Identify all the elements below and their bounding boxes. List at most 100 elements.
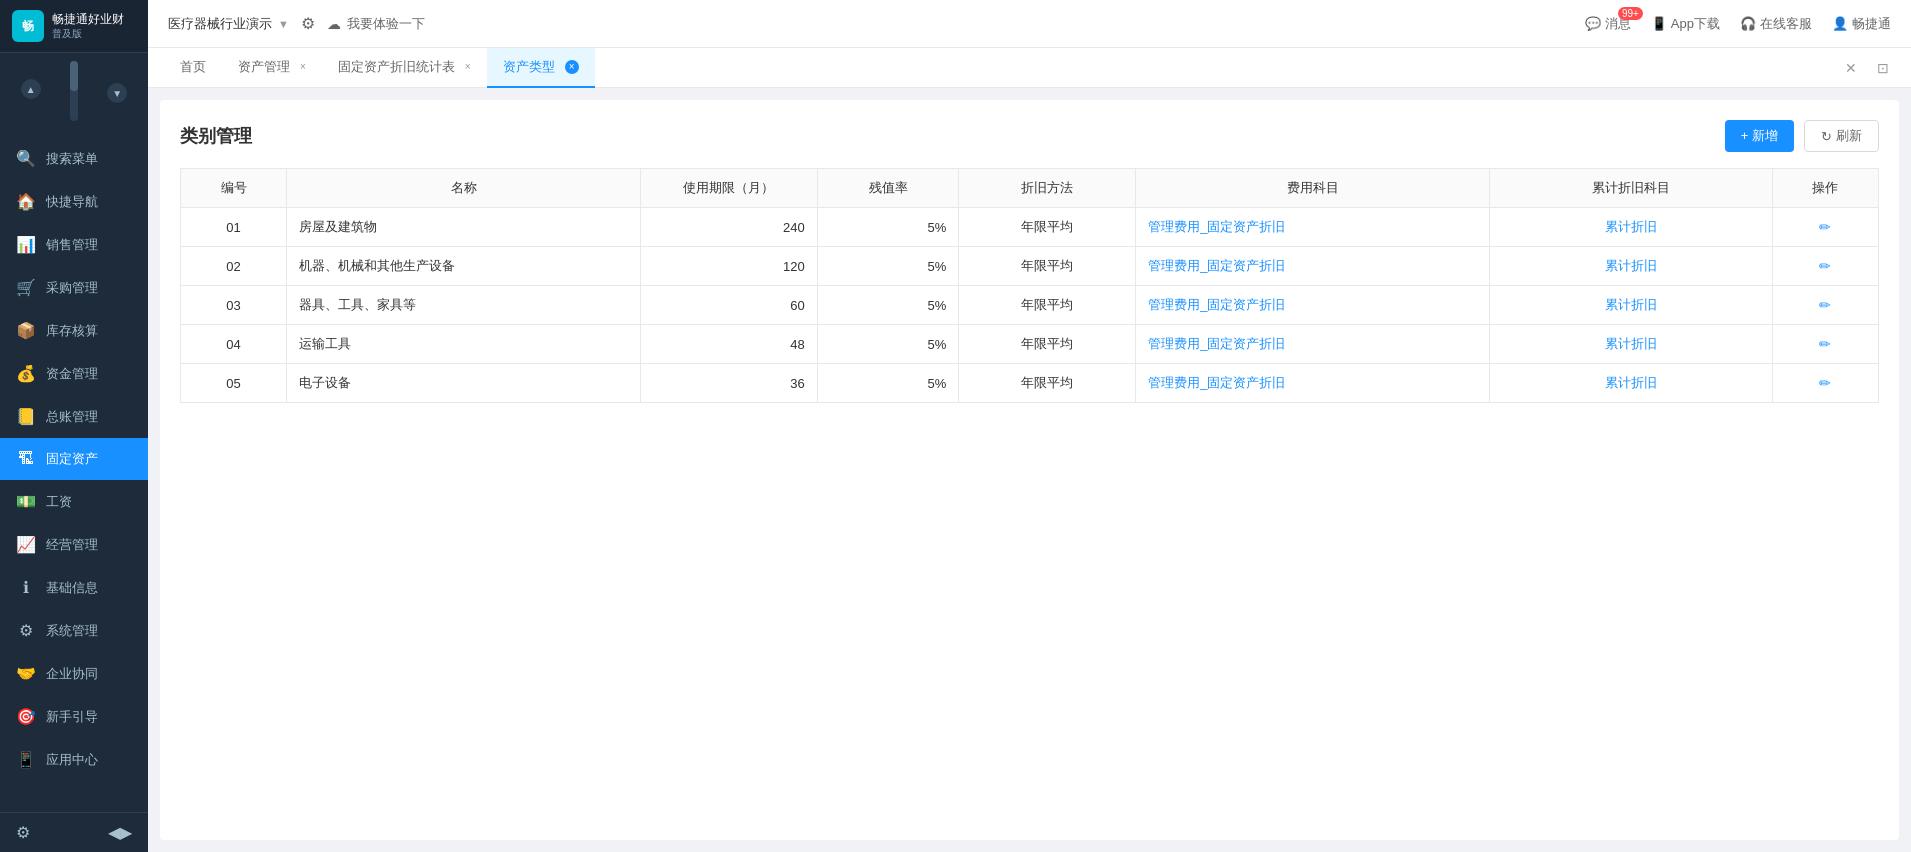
cloud-icon: ☁: [327, 16, 341, 32]
cell-op: ✏: [1772, 364, 1878, 403]
tabbar: 首页 资产管理 × 固定资产折旧统计表 × 资产类型 × ✕ ⊡: [148, 48, 1911, 88]
page-content: 类别管理 + 新增 ↻ 刷新 编号 名称 使用期限（月） 残值率 折旧方法 费用…: [160, 100, 1899, 840]
sidebar-item-label: 固定资产: [46, 450, 98, 468]
messages-button[interactable]: 💬 消息 99: [1585, 15, 1631, 33]
sidebar-item-finance[interactable]: 💰 资金管理: [0, 352, 148, 395]
sidebar-item-label: 总账管理: [46, 408, 98, 426]
refresh-icon: ↻: [1821, 129, 1832, 144]
cell-residual: 5%: [817, 325, 959, 364]
gear-icon: ⚙: [16, 621, 36, 640]
tab-asset-type-close[interactable]: ×: [565, 60, 579, 74]
message-icon: 💬: [1585, 16, 1601, 31]
cell-accum: 累计折旧: [1489, 286, 1772, 325]
category-table: 编号 名称 使用期限（月） 残值率 折旧方法 费用科目 累计折旧科目 操作 01…: [180, 168, 1879, 403]
cell-method: 年限平均: [959, 208, 1136, 247]
sidebar-item-ledger[interactable]: 📒 总账管理: [0, 395, 148, 438]
info-icon: ℹ: [16, 578, 36, 597]
ops-icon: 📈: [16, 535, 36, 554]
tab-home-label: 首页: [180, 58, 206, 76]
sidebar-footer: ⚙ ◀▶: [0, 812, 148, 852]
cell-method: 年限平均: [959, 364, 1136, 403]
sidebar-item-sales[interactable]: 📊 销售管理: [0, 223, 148, 266]
new-button[interactable]: + 新增: [1725, 120, 1794, 152]
collapse-icon[interactable]: ◀▶: [108, 823, 132, 842]
sidebar-item-collab[interactable]: 🤝 企业协同: [0, 652, 148, 695]
scroll-down-button[interactable]: ▼: [107, 83, 127, 103]
window-close-button[interactable]: ✕: [1839, 56, 1863, 80]
box-icon: 📦: [16, 321, 36, 340]
cell-name: 器具、工具、家具等: [287, 286, 641, 325]
experience-label: 我要体验一下: [347, 15, 425, 33]
topbar-right: 💬 消息 99 📱 App下载 🎧 在线客服 👤 畅捷通: [1585, 15, 1891, 33]
sidebar-item-guide[interactable]: 🎯 新手引导: [0, 695, 148, 738]
collab-icon: 🤝: [16, 664, 36, 683]
cell-expense: 管理费用_固定资产折旧: [1136, 208, 1490, 247]
cell-method: 年限平均: [959, 286, 1136, 325]
customer-service-label: 在线客服: [1760, 15, 1812, 33]
sidebar-item-purchase[interactable]: 🛒 采购管理: [0, 266, 148, 309]
sidebar-item-quick-nav[interactable]: 🏠 快捷导航: [0, 180, 148, 223]
app-name: 畅捷通好业财: [52, 11, 124, 28]
edit-button[interactable]: ✏: [1819, 336, 1831, 352]
sidebar-item-basic-info[interactable]: ℹ 基础信息: [0, 566, 148, 609]
sidebar-item-payroll[interactable]: 💵 工资: [0, 480, 148, 523]
message-badge: 99: [1618, 7, 1643, 20]
topbar: 医疗器械行业演示 ▼ ⚙ ☁ 我要体验一下 💬 消息 99 📱 App下载 🎧 …: [148, 0, 1911, 48]
cell-expense: 管理费用_固定资产折旧: [1136, 247, 1490, 286]
cell-period: 120: [640, 247, 817, 286]
guide-icon: 🎯: [16, 707, 36, 726]
sidebar-item-operations[interactable]: 📈 经营管理: [0, 523, 148, 566]
table-header: 编号 名称 使用期限（月） 残值率 折旧方法 费用科目 累计折旧科目 操作: [181, 169, 1879, 208]
cell-expense: 管理费用_固定资产折旧: [1136, 364, 1490, 403]
sidebar-item-label: 采购管理: [46, 279, 98, 297]
tab-asset-type-label: 资产类型: [503, 58, 555, 76]
tab-asset-mgmt-label: 资产管理: [238, 58, 290, 76]
sidebar-item-inventory[interactable]: 📦 库存核算: [0, 309, 148, 352]
window-expand-button[interactable]: ⊡: [1871, 56, 1895, 80]
settings-icon[interactable]: ⚙: [16, 823, 30, 842]
sidebar-item-system[interactable]: ⚙ 系统管理: [0, 609, 148, 652]
header-period: 使用期限（月）: [640, 169, 817, 208]
tab-home[interactable]: 首页: [164, 48, 222, 88]
sidebar-item-app-center[interactable]: 📱 应用中心: [0, 738, 148, 781]
header-accum: 累计折旧科目: [1489, 169, 1772, 208]
edit-button[interactable]: ✏: [1819, 375, 1831, 391]
company-name: 医疗器械行业演示: [168, 15, 272, 33]
company-selector[interactable]: 医疗器械行业演示 ▼: [168, 15, 289, 33]
scrollbar-thumb[interactable]: [70, 61, 78, 91]
tab-asset-mgmt-close[interactable]: ×: [300, 61, 306, 72]
page-actions: + 新增 ↻ 刷新: [1725, 120, 1879, 152]
edit-button[interactable]: ✏: [1819, 258, 1831, 274]
cell-code: 04: [181, 325, 287, 364]
edit-button[interactable]: ✏: [1819, 297, 1831, 313]
scrollbar-track: [70, 61, 78, 121]
customer-service-button[interactable]: 🎧 在线客服: [1740, 15, 1812, 33]
header-name: 名称: [287, 169, 641, 208]
tab-asset-mgmt[interactable]: 资产管理 ×: [222, 48, 322, 88]
sidebar-item-fixed-assets[interactable]: 🏗 固定资产: [0, 438, 148, 480]
tab-window-controls: ✕ ⊡: [1839, 56, 1895, 80]
cell-name: 电子设备: [287, 364, 641, 403]
refresh-button[interactable]: ↻ 刷新: [1804, 120, 1879, 152]
tab-depreciation[interactable]: 固定资产折旧统计表 ×: [322, 48, 487, 88]
tab-asset-type[interactable]: 资产类型 ×: [487, 48, 595, 88]
sidebar-item-label: 工资: [46, 493, 72, 511]
cell-code: 02: [181, 247, 287, 286]
tab-depreciation-close[interactable]: ×: [465, 61, 471, 72]
experience-button[interactable]: ☁ 我要体验一下: [327, 15, 425, 33]
cell-op: ✏: [1772, 247, 1878, 286]
home-icon: 🏠: [16, 192, 36, 211]
cell-period: 60: [640, 286, 817, 325]
sidebar-item-search[interactable]: 🔍 搜索菜单: [0, 137, 148, 180]
scroll-up-button[interactable]: ▲: [21, 79, 41, 99]
app-download-button[interactable]: 📱 App下载: [1651, 15, 1720, 33]
download-icon: 📱: [1651, 16, 1667, 31]
settings-gear-icon[interactable]: ⚙: [301, 14, 315, 33]
edit-button[interactable]: ✏: [1819, 219, 1831, 235]
search-icon: 🔍: [16, 149, 36, 168]
cell-method: 年限平均: [959, 325, 1136, 364]
money-icon: 💰: [16, 364, 36, 383]
user-button[interactable]: 👤 畅捷通: [1832, 15, 1891, 33]
page-header: 类别管理 + 新增 ↻ 刷新: [180, 120, 1879, 152]
sidebar-item-label: 搜索菜单: [46, 150, 98, 168]
